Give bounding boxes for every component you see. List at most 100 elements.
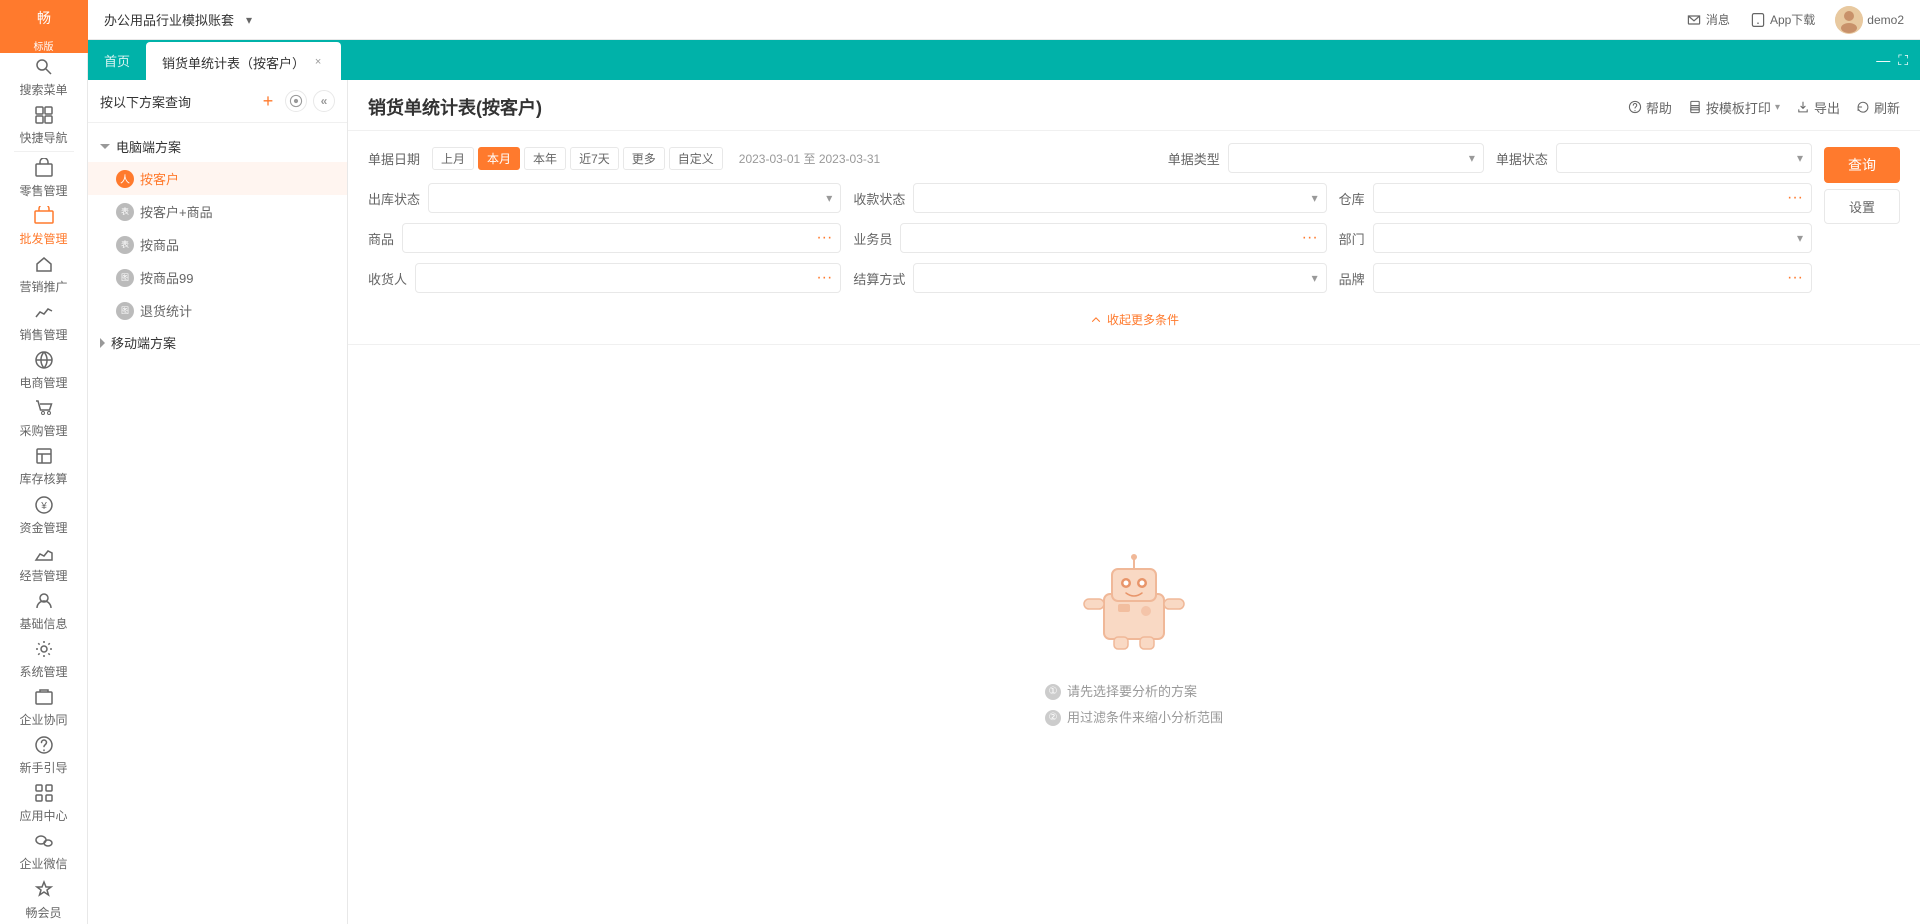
date-btn-this-year[interactable]: 本年 [524, 147, 566, 170]
sidebar-item-marketing[interactable]: 营销推广 [0, 250, 88, 298]
filter-row-4: 收货人 ··· 结算方式 ▾ [368, 263, 1812, 293]
topbar-title: 办公用品行业模拟账套 [104, 10, 234, 29]
sidebar-label: 经营管理 [19, 567, 67, 584]
date-btn-last-month[interactable]: 上月 [432, 147, 474, 170]
maximize-icon[interactable]: ⛶ [1898, 52, 1908, 69]
nav-right-icons: — ⛶ [1876, 52, 1920, 69]
tab-sales-stats[interactable]: 销货单统计表（按客户） × [146, 42, 341, 82]
sidebar-item-sales[interactable]: 销售管理 [0, 298, 88, 346]
refresh-action[interactable]: 刷新 [1856, 98, 1900, 117]
receiver-dots[interactable]: ··· [816, 269, 832, 287]
settlement-select[interactable]: ▾ [913, 263, 1326, 293]
page-header: 销货单统计表(按客户) 帮助 按模板打印 ▾ 导出 [348, 80, 1920, 131]
salesperson-select[interactable]: ··· [900, 223, 1326, 253]
sidebar-label: 批发管理 [19, 230, 67, 247]
message-action[interactable]: 消息 [1686, 11, 1730, 28]
sidebar-item-purchase[interactable]: 采购管理 [0, 395, 88, 443]
sidebar-item-operations[interactable]: 经营管理 [0, 539, 88, 587]
sidebar-item-search-menu[interactable]: 搜索菜单 [0, 53, 88, 101]
collect-status-select[interactable]: ▾ [913, 183, 1326, 213]
scheme-group-header-mobile[interactable]: 移动端方案 [88, 327, 347, 358]
scheme-item-customer-product[interactable]: 表 按客户+商品 [88, 195, 347, 228]
chevron-down-icon: ▾ [826, 191, 832, 205]
product-select[interactable]: ··· [402, 223, 841, 253]
scheme-item-label: 按商品99 [140, 268, 193, 287]
sidebar-item-inventory[interactable]: 库存核算 [0, 443, 88, 491]
sidebar-item-ecommerce[interactable]: 电商管理 [0, 347, 88, 395]
sidebar-item-wholesale[interactable]: 批发管理 [0, 202, 88, 250]
salesperson-cell: 业务员 ··· [853, 223, 1326, 253]
scheme-group-header-desktop[interactable]: 电脑端方案 [88, 131, 347, 162]
scheme-item-by-product-99[interactable]: 图 按商品99 [88, 261, 347, 294]
date-btn-more[interactable]: 更多 [623, 147, 665, 170]
out-status-cell: 出库状态 ▾ [368, 183, 841, 213]
scheme-item-icon: 人 [116, 170, 134, 188]
scheme-item-by-customer[interactable]: 人 按客户 [88, 162, 347, 195]
warehouse-dots[interactable]: ··· [1787, 189, 1803, 207]
collapse-bar[interactable]: 收起更多条件 [368, 303, 1900, 332]
date-btn-this-month[interactable]: 本月 [478, 147, 520, 170]
scheme-item-icon: 表 [116, 203, 134, 221]
sidebar-label: 畅会员 [25, 904, 61, 921]
sidebar-label: 新手引导 [19, 759, 67, 776]
date-btn-last-7days[interactable]: 近7天 [570, 147, 619, 170]
print-chevron-icon[interactable]: ▾ [1775, 102, 1780, 113]
scheme-item-label: 按客户 [140, 169, 179, 188]
department-select[interactable]: ▾ [1373, 223, 1812, 253]
topbar-dropdown[interactable]: ▾ [246, 13, 252, 27]
salesperson-dots[interactable]: ··· [1302, 229, 1318, 247]
settings-button[interactable]: 设置 [1824, 189, 1900, 224]
scheme-panel: 按以下方案查询 + « 电脑端方案 人 [88, 80, 348, 924]
scheme-item-label: 按客户+商品 [140, 202, 213, 221]
document-type-select[interactable]: ▾ [1228, 143, 1484, 173]
sidebar-item-wechat[interactable]: 企业微信 [0, 828, 88, 876]
scheme-item-by-product[interactable]: 表 按商品 [88, 228, 347, 261]
filter-area: 单据日期 上月 本月 本年 近7天 更多 自定义 2023-03-01 至 20… [348, 131, 1920, 345]
product-dots[interactable]: ··· [816, 229, 832, 247]
collect-status-cell: 收款状态 ▾ [853, 183, 1326, 213]
export-action[interactable]: 导出 [1796, 98, 1840, 117]
scheme-add-btn[interactable]: + [257, 90, 279, 112]
warehouse-select[interactable]: ··· [1373, 183, 1812, 213]
sidebar-item-basic-info[interactable]: 基础信息 [0, 587, 88, 635]
sidebar-item-newbie[interactable]: 新手引导 [0, 732, 88, 780]
scheme-edit-btn[interactable] [285, 90, 307, 112]
brand-select[interactable]: ··· [1373, 263, 1812, 293]
brand-label: 品牌 [1339, 269, 1365, 288]
scheme-collapse-btn[interactable]: « [313, 90, 335, 112]
scheme-item-icon: 图 [116, 302, 134, 320]
tab-home[interactable]: 首页 [88, 40, 146, 80]
scheme-group-desktop: 电脑端方案 人 按客户 表 按客户+商品 表 按商品 图 [88, 131, 347, 327]
print-action[interactable]: 按模板打印 ▾ [1688, 98, 1780, 117]
help-label: 帮助 [1646, 98, 1672, 117]
sidebar-item-quick-nav[interactable]: 快捷导航 [0, 101, 88, 149]
minimize-icon[interactable]: — [1876, 52, 1890, 68]
brand-dots[interactable]: ··· [1787, 269, 1803, 287]
sidebar-item-finance[interactable]: ¥ 资金管理 [0, 491, 88, 539]
date-btn-custom[interactable]: 自定义 [669, 147, 723, 170]
sidebar-item-retail[interactable]: 零售管理 [0, 154, 88, 202]
sidebar-item-app-center[interactable]: 应用中心 [0, 780, 88, 828]
sidebar-item-system[interactable]: 系统管理 [0, 635, 88, 683]
out-status-select[interactable]: ▾ [428, 183, 841, 213]
sidebar-item-enterprise[interactable]: 企业协同 [0, 683, 88, 731]
help-action[interactable]: 帮助 [1628, 98, 1672, 117]
chevron-down-icon: ▾ [1312, 191, 1318, 205]
date-label: 单据日期 [368, 149, 420, 168]
user-profile[interactable]: demo2 [1835, 6, 1904, 34]
scheme-item-label: 按商品 [140, 235, 179, 254]
sidebar: 畅 标版 搜索菜单 快捷导航 零售管理 批发管理 营销推广 销售管理 电商管理 … [0, 0, 88, 924]
tab-close-icon[interactable]: × [311, 55, 325, 69]
sidebar-label: 电商管理 [19, 374, 67, 391]
scheme-item-return-stats[interactable]: 图 退货统计 [88, 294, 347, 327]
empty-state: ① 请先选择要分析的方案 ② 用过滤条件来缩小分析范围 [348, 345, 1920, 924]
scheme-group-label: 移动端方案 [111, 333, 176, 352]
action-buttons: 查询 设置 [1824, 143, 1900, 303]
sidebar-item-member[interactable]: 畅会员 [0, 876, 88, 924]
settlement-label: 结算方式 [853, 269, 905, 288]
app-download-action[interactable]: App下载 [1750, 11, 1815, 28]
query-button[interactable]: 查询 [1824, 147, 1900, 183]
document-status-select[interactable]: ▾ [1556, 143, 1812, 173]
logo[interactable]: 畅 标版 [0, 0, 88, 53]
receiver-select[interactable]: ··· [415, 263, 841, 293]
